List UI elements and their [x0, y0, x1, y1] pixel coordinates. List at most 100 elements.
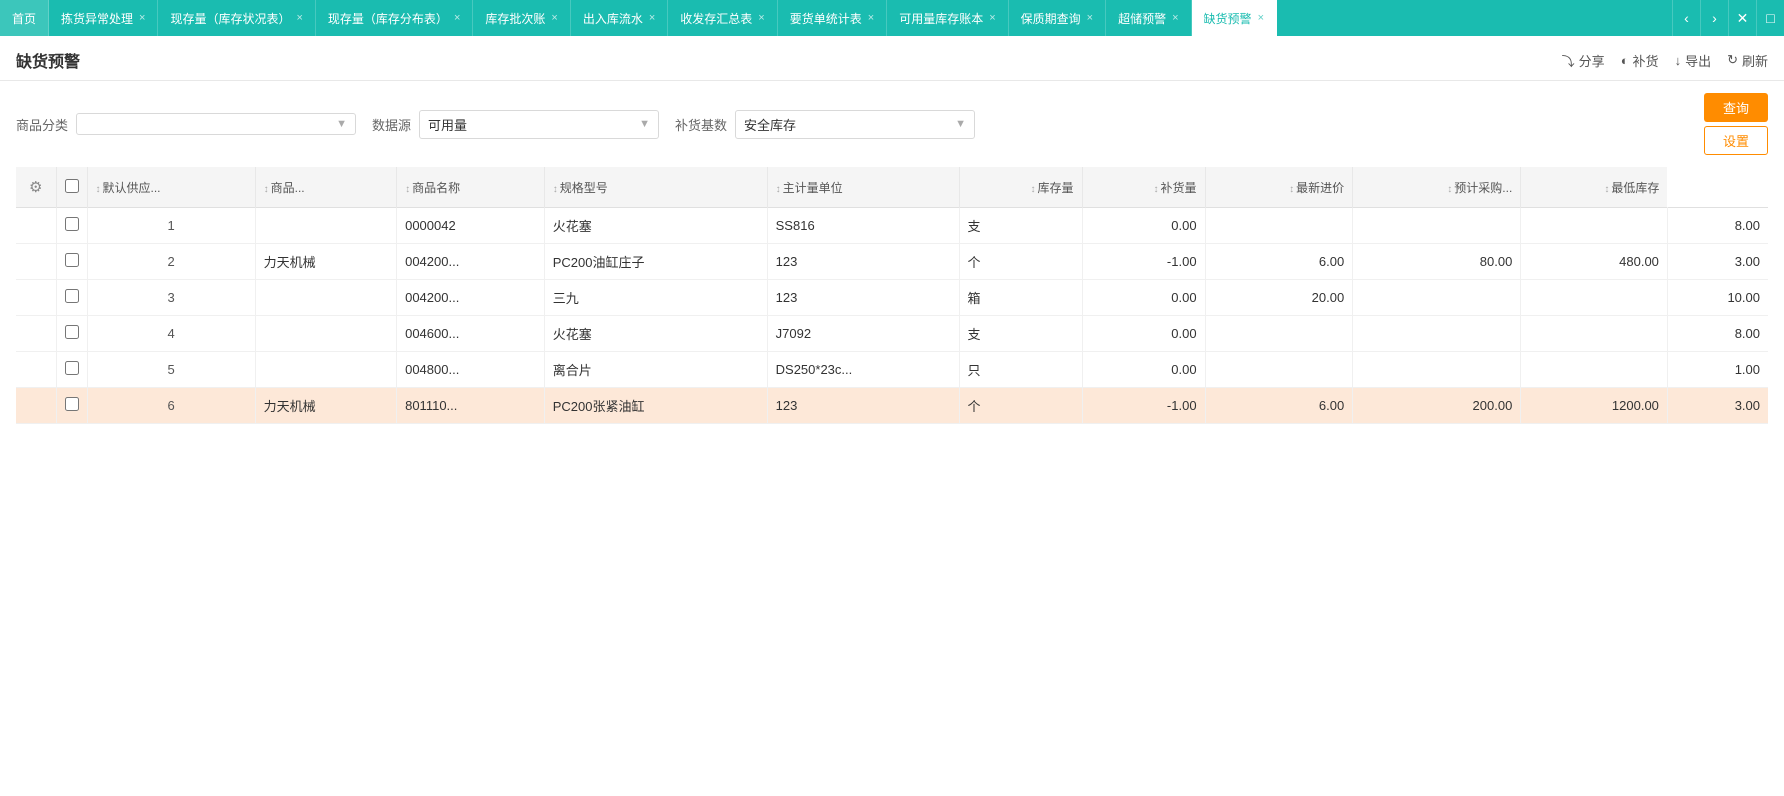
td-checkbox-0	[56, 208, 87, 244]
tab-close-available-ledger[interactable]: ×	[989, 12, 995, 24]
export-button[interactable]: ↓ 导出	[1675, 51, 1712, 70]
tab-close-expiry-query[interactable]: ×	[1087, 12, 1093, 24]
tab-shortage[interactable]: 缺货预警×	[1192, 0, 1277, 36]
tab-close-inventory-status[interactable]: ×	[296, 12, 302, 24]
td-num-3: 4	[87, 316, 255, 352]
th-stock: ↕库存量	[959, 167, 1082, 208]
filter-actions: 查询 设置	[1704, 93, 1768, 155]
th-checkbox	[56, 167, 87, 208]
replenish-button[interactable]: ◐ 补货	[1621, 51, 1659, 70]
tab-inventory-dist[interactable]: 现存量（库存分布表）×	[316, 0, 473, 36]
tab-close-receive-summary[interactable]: ×	[758, 12, 764, 24]
query-button[interactable]: 查询	[1704, 93, 1768, 122]
td-min-stock-0: 8.00	[1667, 208, 1768, 244]
category-filter-group: 商品分类 ▼	[16, 113, 356, 135]
refresh-label: 刷新	[1742, 51, 1768, 70]
td-spec-2: 123	[767, 280, 959, 316]
td-stock-2: 0.00	[1082, 280, 1205, 316]
td-checkbox-5	[56, 388, 87, 424]
td-spec-3: J7092	[767, 316, 959, 352]
td-goods-code-3: 004600...	[397, 316, 545, 352]
th-settings: ⚙	[16, 167, 56, 208]
td-latest-price-5: 200.00	[1353, 388, 1521, 424]
tab-batch-account[interactable]: 库存批次账×	[473, 0, 570, 36]
td-supplier-2	[255, 280, 396, 316]
row-checkbox-4[interactable]	[65, 361, 79, 375]
td-goods-code-4: 004800...	[397, 352, 545, 388]
td-min-stock-5: 3.00	[1667, 388, 1768, 424]
td-est-purchase-3	[1521, 316, 1668, 352]
tab-close-shortage[interactable]: ×	[1258, 12, 1264, 24]
tab-receive-summary[interactable]: 收发存汇总表 ×	[668, 0, 777, 36]
tab-expiry-query[interactable]: 保质期查询×	[1009, 0, 1106, 36]
table-row: 4004600...火花塞J7092支0.008.00	[16, 316, 1768, 352]
column-settings-icon[interactable]: ⚙	[25, 176, 47, 198]
td-stock-1: -1.00	[1082, 244, 1205, 280]
tab-prev-button[interactable]: ‹	[1672, 0, 1700, 36]
tab-close-batch-account[interactable]: ×	[551, 12, 557, 24]
row-checkbox-5[interactable]	[65, 397, 79, 411]
select-all-checkbox[interactable]	[65, 179, 79, 193]
replenish-base-select[interactable]: 安全库存 ▼	[735, 110, 975, 139]
replenish-base-filter-group: 补货基数 安全库存 ▼	[675, 110, 975, 139]
stock-sort-icon: ↕	[1031, 184, 1036, 195]
td-goods-name-3: 火花塞	[544, 316, 767, 352]
td-checkbox-1	[56, 244, 87, 280]
share-button[interactable]: ⤵ 分享	[1562, 51, 1605, 70]
refresh-button[interactable]: ↻ 刷新	[1727, 51, 1768, 70]
category-select[interactable]: ▼	[76, 113, 356, 135]
spec-sort-icon: ↕	[553, 184, 558, 195]
th-spec: ↕规格型号	[544, 167, 767, 208]
settings-button[interactable]: 设置	[1704, 126, 1768, 155]
td-est-purchase-2	[1521, 280, 1668, 316]
td-row-settings-2	[16, 280, 56, 316]
td-goods-code-2: 004200...	[397, 280, 545, 316]
row-checkbox-1[interactable]	[65, 253, 79, 267]
tab-available-ledger[interactable]: 可用量库存账本×	[887, 0, 1008, 36]
row-checkbox-2[interactable]	[65, 289, 79, 303]
refresh-icon: ↻	[1727, 52, 1738, 68]
tab-next-button[interactable]: ›	[1700, 0, 1728, 36]
tab-abnormal[interactable]: 拣货异常处理×	[49, 0, 158, 36]
tab-label-inventory-status: 现存量（库存状况表）	[170, 10, 290, 27]
tab-inventory-status[interactable]: 现存量（库存状况表） ×	[158, 0, 315, 36]
tab-label-demand-stats: 要货单统计表	[790, 10, 862, 27]
tab-nav-buttons: ‹ › ✕ □	[1672, 0, 1784, 36]
td-num-0: 1	[87, 208, 255, 244]
td-stock-0: 0.00	[1082, 208, 1205, 244]
td-goods-code-0: 0000042	[397, 208, 545, 244]
row-checkbox-0[interactable]	[65, 217, 79, 231]
tab-close-all-button[interactable]: ✕	[1728, 0, 1756, 36]
tab-demand-stats[interactable]: 要货单统计表 ×	[778, 0, 887, 36]
tab-close-abnormal[interactable]: ×	[139, 12, 145, 24]
tab-overstock[interactable]: 超储预警×	[1106, 0, 1191, 36]
unit-sort-icon: ↕	[776, 184, 781, 195]
td-replenish-2: 20.00	[1205, 280, 1353, 316]
replenish-label: 补货	[1633, 51, 1659, 70]
datasource-select[interactable]: 可用量 ▼	[419, 110, 659, 139]
est-purchase-sort-icon: ↕	[1447, 184, 1452, 195]
page-title: 缺货预警	[16, 48, 80, 72]
td-unit-4: 只	[959, 352, 1082, 388]
tab-label-receive-summary: 收发存汇总表	[680, 10, 752, 27]
table-body: 10000042火花塞SS816支0.008.002力天机械004200...P…	[16, 208, 1768, 424]
tab-maximize-button[interactable]: □	[1756, 0, 1784, 36]
tab-close-inout-flow[interactable]: ×	[649, 12, 655, 24]
replenish-base-dropdown-icon: ▼	[955, 118, 966, 130]
td-est-purchase-5: 1200.00	[1521, 388, 1668, 424]
latest-price-sort-icon: ↕	[1289, 184, 1294, 195]
tab-close-overstock[interactable]: ×	[1172, 12, 1178, 24]
td-supplier-3	[255, 316, 396, 352]
tab-close-demand-stats[interactable]: ×	[868, 12, 874, 24]
td-latest-price-4	[1353, 352, 1521, 388]
tab-close-inventory-dist[interactable]: ×	[454, 12, 460, 24]
row-checkbox-3[interactable]	[65, 325, 79, 339]
td-goods-name-2: 三九	[544, 280, 767, 316]
tab-home[interactable]: 首页	[0, 0, 49, 36]
tab-inout-flow[interactable]: 出入库流水×	[571, 0, 668, 36]
td-supplier-1: 力天机械	[255, 244, 396, 280]
table-row: 3004200...三九123箱0.0020.0010.00	[16, 280, 1768, 316]
header-actions: ⤵ 分享 ◐ 补货 ↓ 导出 ↻ 刷新	[1562, 51, 1768, 70]
td-unit-2: 箱	[959, 280, 1082, 316]
goods-name-sort-icon: ↕	[405, 184, 410, 195]
